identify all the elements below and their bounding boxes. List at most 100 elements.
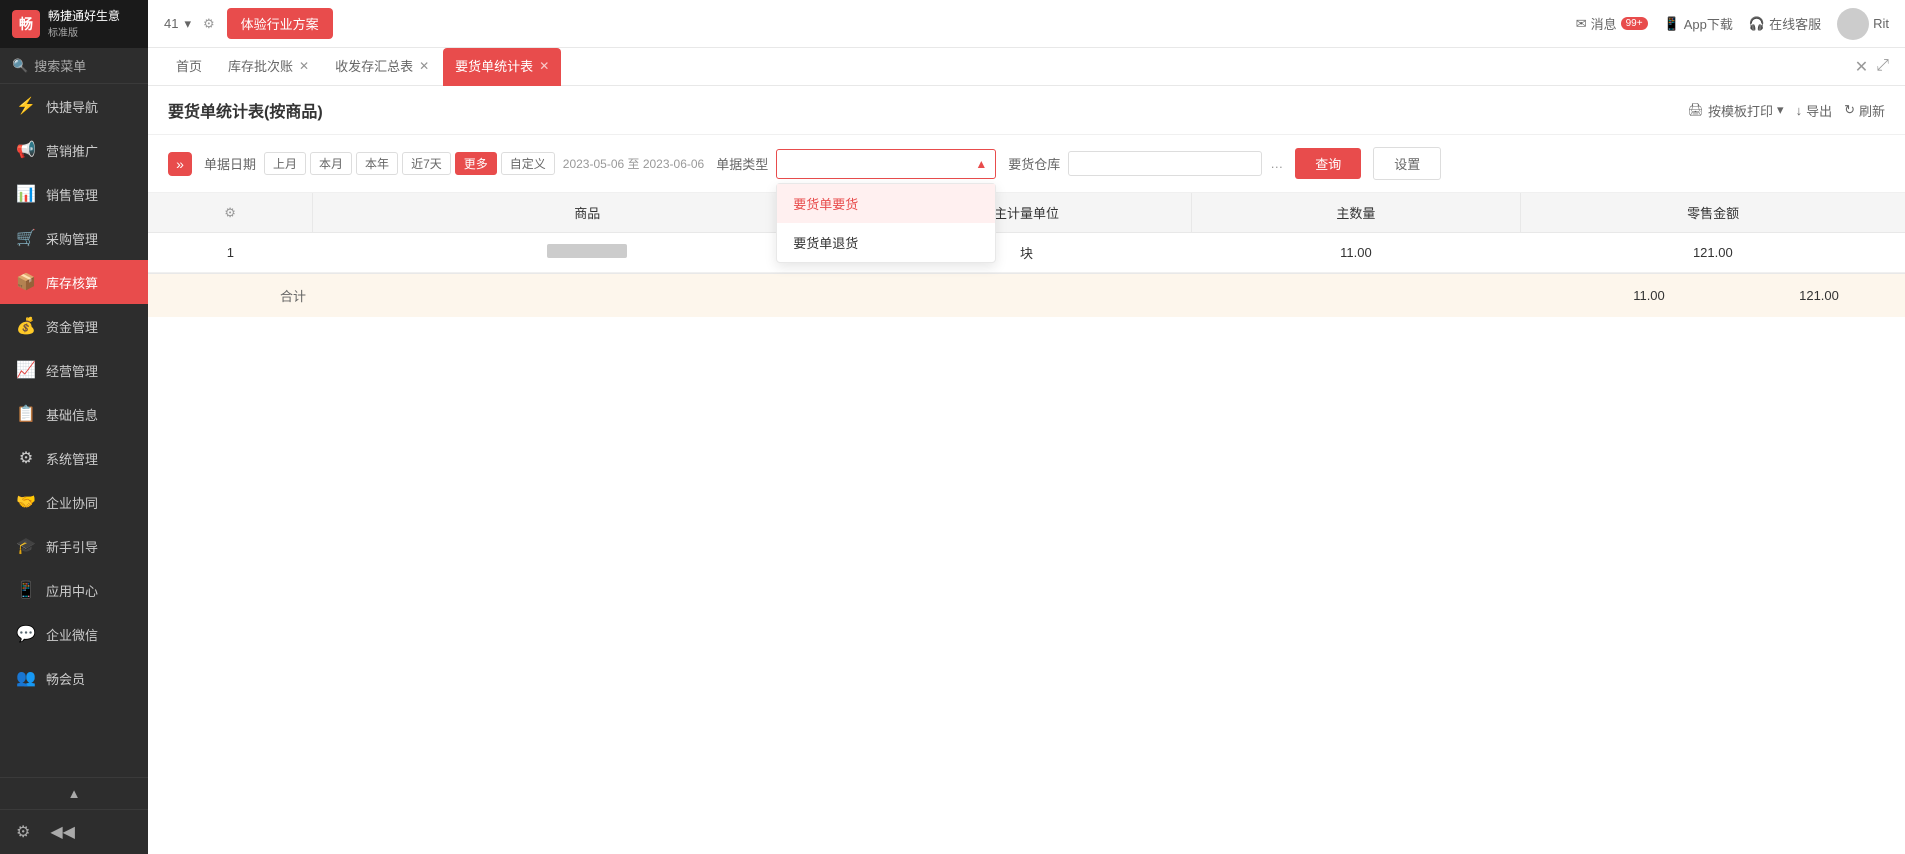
table-header-row: ⚙ 商品 主计量单位 主数量 零售金额 <box>148 193 1905 233</box>
nav-icon-purchase: 🛒 <box>16 228 36 248</box>
row-amount: 121.00 <box>1521 233 1905 273</box>
nav-label-system: 系统管理 <box>46 449 98 468</box>
settings-filter-btn[interactable]: 设置 <box>1373 147 1441 180</box>
online-service-item[interactable]: 🎧 在线客服 <box>1749 14 1821 33</box>
tab-collect-dispatch[interactable]: 收发存汇总表 ✕ <box>323 48 441 86</box>
filter-expand-btn[interactable]: » <box>168 152 192 176</box>
export-btn[interactable]: ↓ 导出 <box>1796 101 1833 120</box>
refresh-btn[interactable]: ↻ 刷新 <box>1844 101 1885 120</box>
sidebar-item-sales[interactable]: 📊 销售管理 <box>0 172 148 216</box>
nav-icon-wechat: 💬 <box>16 624 36 644</box>
sidebar-item-marketing[interactable]: 📢 营销推广 <box>0 128 148 172</box>
sidebar-scroll-up[interactable]: ▲ <box>64 782 85 805</box>
type-select[interactable]: ▲ <box>776 149 996 179</box>
sidebar-item-app-center[interactable]: 📱 应用中心 <box>0 568 148 612</box>
sidebar-item-beginner[interactable]: 🎓 新手引导 <box>0 524 148 568</box>
print-label: 按模板打印 <box>1708 101 1773 120</box>
export-icon: ↓ <box>1796 103 1803 118</box>
app-download-item[interactable]: 📱 App下载 <box>1664 14 1733 33</box>
warehouse-input[interactable] <box>1068 151 1262 176</box>
table-footer: 合计 11.00 121.00 <box>148 273 1905 317</box>
dropdown-item-return-goods[interactable]: 要货单退货 <box>777 223 995 262</box>
topbar-store[interactable]: 41 ▾ <box>164 16 191 32</box>
online-service-label: 在线客服 <box>1769 14 1821 33</box>
tab-home[interactable]: 首页 <box>164 48 214 86</box>
sidebar-item-enterprise[interactable]: 🤝 企业协同 <box>0 480 148 524</box>
dropdown-arrow-icon: ▾ <box>184 16 191 32</box>
messages-label: 消息 <box>1591 14 1617 33</box>
date-btn-more[interactable]: 更多 <box>455 152 497 175</box>
nav-label-app: 应用中心 <box>46 581 98 600</box>
tabs-bar: 首页 库存批次账 ✕ 收发存汇总表 ✕ 要货单统计表 ✕ ✕ ⤢ <box>148 48 1905 86</box>
date-btn-custom[interactable]: 自定义 <box>501 152 555 175</box>
sidebar-item-basic-info[interactable]: 📋 基础信息 <box>0 392 148 436</box>
nav-label-sales: 销售管理 <box>46 185 98 204</box>
nav-icon-beginner: 🎓 <box>16 536 36 556</box>
print-btn[interactable]: 🖨 按模板打印 ▾ <box>1688 101 1784 120</box>
date-label: 单据日期 <box>204 154 256 173</box>
date-btn-7days[interactable]: 近7天 <box>402 152 451 175</box>
sidebar-item-purchase[interactable]: 🛒 采购管理 <box>0 216 148 260</box>
sidebar-bottom: ⚙ ◀◀ <box>0 809 148 854</box>
nav-icon-enterprise: 🤝 <box>16 492 36 512</box>
sidebar-item-wechat[interactable]: 💬 企业微信 <box>0 612 148 656</box>
sidebar: 畅 畅捷通好生意 标准版 🔍 搜索菜单 ⚡ 快捷导航 📢 营销推广 📊 销售管理… <box>0 0 148 854</box>
nav-icon-operations: 📈 <box>16 360 36 380</box>
tab-collect-dispatch-close[interactable]: ✕ <box>419 59 429 73</box>
main-content: 41 ▾ ⚙ 体验行业方案 ✉ 消息 99+ 📱 App下载 🎧 在线客服 Ri… <box>148 0 1905 854</box>
trial-btn[interactable]: 体验行业方案 <box>227 8 333 39</box>
date-btn-last-month[interactable]: 上月 <box>264 152 306 175</box>
sidebar-search[interactable]: 🔍 搜索菜单 <box>0 48 148 84</box>
sidebar-item-system[interactable]: ⚙ 系统管理 <box>0 436 148 480</box>
type-label: 单据类型 <box>716 154 768 173</box>
nav-icon-inventory: 📦 <box>16 272 36 292</box>
messages-item[interactable]: ✉ 消息 99+ <box>1576 14 1648 33</box>
search-icon: 🔍 <box>12 58 28 74</box>
export-label: 导出 <box>1806 101 1832 120</box>
tab-inventory-batch-label: 库存批次账 <box>228 56 293 75</box>
sidebar-item-operations[interactable]: 📈 经营管理 <box>0 348 148 392</box>
message-icon: ✉ <box>1576 16 1587 32</box>
user-name: Rit <box>1873 16 1889 31</box>
query-btn[interactable]: 查询 <box>1295 148 1361 179</box>
tabs-actions: ✕ ⤢ <box>1855 57 1889 77</box>
date-range: 2023-05-06 至 2023-06-06 <box>563 155 704 172</box>
close-all-icon[interactable]: ✕ <box>1855 57 1868 77</box>
footer-qty: 11.00 <box>1589 288 1709 303</box>
app-download-label: App下载 <box>1684 14 1733 33</box>
sidebar-item-inventory[interactable]: 📦 库存核算 <box>0 260 148 304</box>
nav-icon-basic: 📋 <box>16 404 36 424</box>
table-wrapper: ⚙ 商品 主计量单位 主数量 零售金额 1 块 11.00 <box>148 193 1905 273</box>
user-item[interactable]: Rit <box>1837 8 1889 40</box>
page-content: 要货单统计表(按商品) 🖨 按模板打印 ▾ ↓ 导出 ↻ 刷新 » <box>148 86 1905 854</box>
logo-icon: 畅 <box>12 10 40 38</box>
tab-inventory-batch[interactable]: 库存批次账 ✕ <box>216 48 321 86</box>
nav-label-purchase: 采购管理 <box>46 229 98 248</box>
tab-order-stats[interactable]: 要货单统计表 ✕ <box>443 48 561 86</box>
settings-icon[interactable]: ⚙ <box>16 822 30 842</box>
store-id: 41 <box>164 16 178 31</box>
date-btn-this-year[interactable]: 本年 <box>356 152 398 175</box>
sidebar-item-quick-nav[interactable]: ⚡ 快捷导航 <box>0 84 148 128</box>
page-title: 要货单统计表(按商品) <box>168 98 323 122</box>
table-col-settings[interactable]: ⚙ <box>148 193 313 233</box>
sidebar-item-member[interactable]: 👥 畅会员 <box>0 656 148 700</box>
nav-icon-system: ⚙ <box>16 448 36 468</box>
nav-label-quick: 快捷导航 <box>46 97 98 116</box>
gear-icon[interactable]: ⚙ <box>203 16 215 32</box>
nav-icon-app: 📱 <box>16 580 36 600</box>
tab-collect-dispatch-label: 收发存汇总表 <box>335 56 413 75</box>
footer-total-label: 合计 <box>280 286 306 305</box>
tab-order-stats-close[interactable]: ✕ <box>539 59 549 73</box>
filter-bar: » 单据日期 上月 本月 本年 近7天 更多 自定义 2023-05-06 至 … <box>148 135 1905 193</box>
expand-icon[interactable]: ⤢ <box>1876 57 1889 77</box>
sidebar-item-finance[interactable]: 💰 资金管理 <box>0 304 148 348</box>
tab-inventory-batch-close[interactable]: ✕ <box>299 59 309 73</box>
nav-icon-member: 👥 <box>16 668 36 688</box>
date-btn-this-month[interactable]: 本月 <box>310 152 352 175</box>
collapse-icon[interactable]: ◀◀ <box>50 822 75 842</box>
nav-icon-sales: 📊 <box>16 184 36 204</box>
dropdown-item-order-goods[interactable]: 要货单要货 <box>777 184 995 223</box>
warehouse-more-icon[interactable]: … <box>1270 156 1283 171</box>
topbar: 41 ▾ ⚙ 体验行业方案 ✉ 消息 99+ 📱 App下载 🎧 在线客服 Ri… <box>148 0 1905 48</box>
